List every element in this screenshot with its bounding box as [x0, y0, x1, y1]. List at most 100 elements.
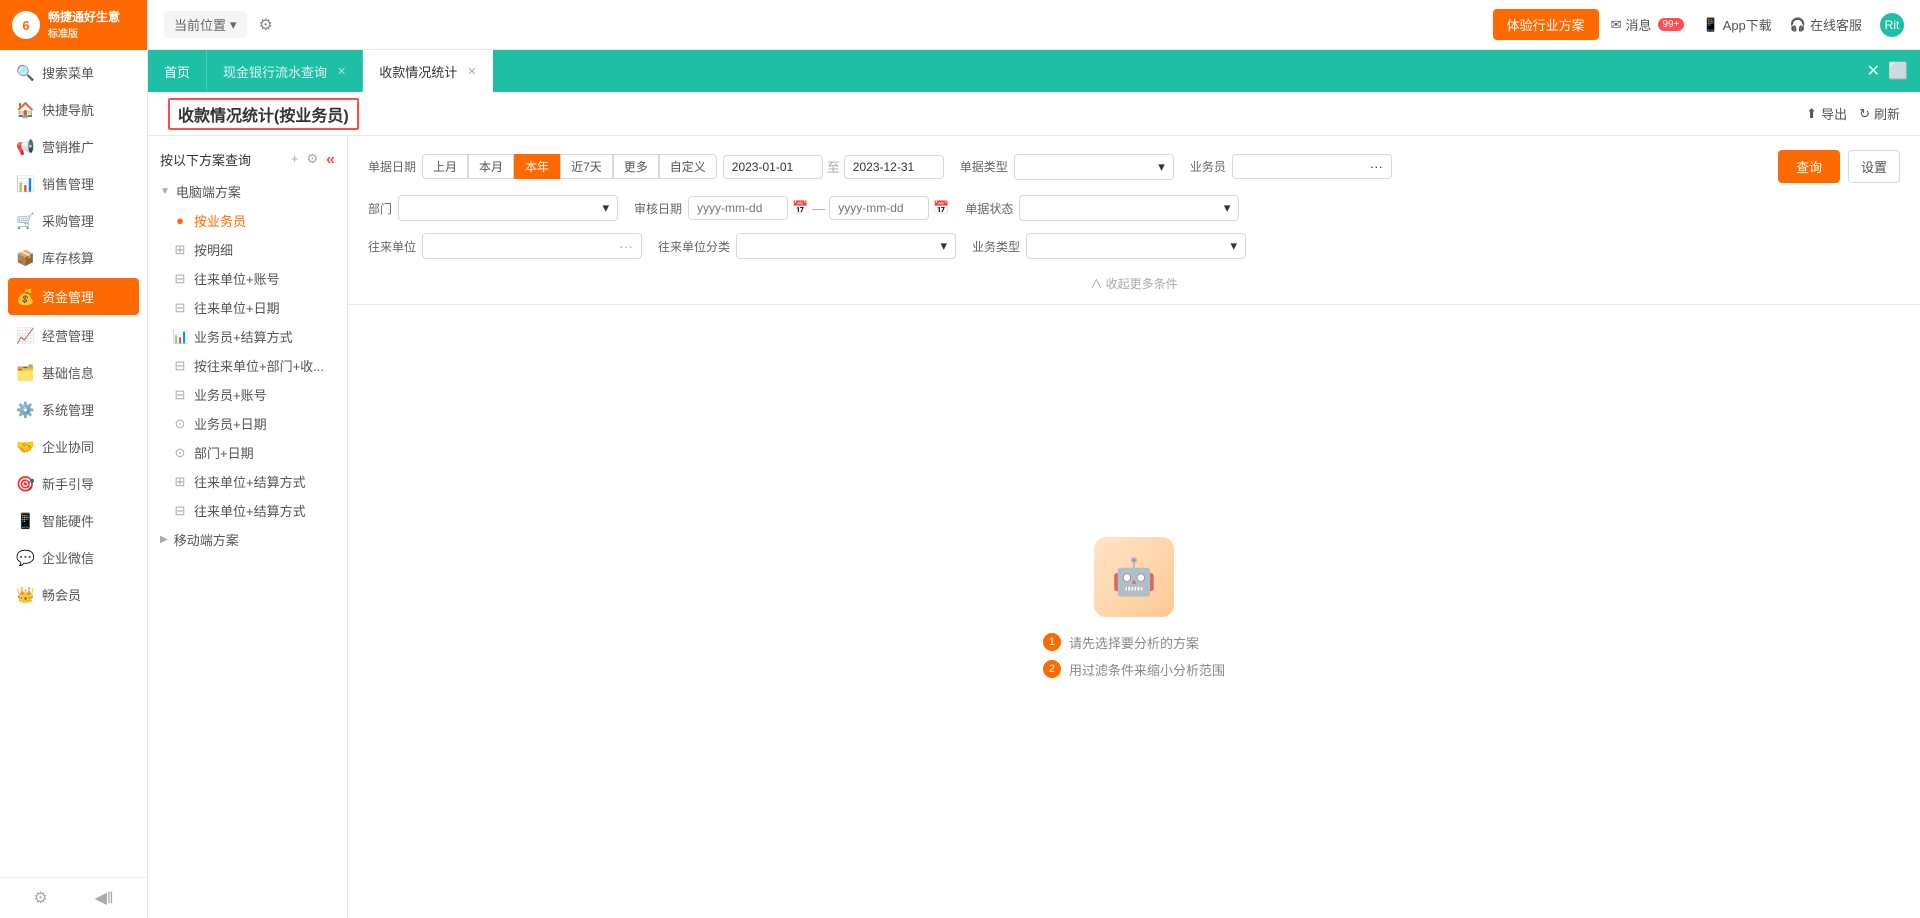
sidebar-item-marketing[interactable]: 📢 营销推广 [0, 128, 147, 165]
date-tabs: 上月 本月 本年 近7天 更多 自定义 [422, 154, 717, 179]
date-to-input[interactable] [844, 155, 944, 179]
doctype-select[interactable]: ▾ [1014, 154, 1174, 180]
date-tab-custom[interactable]: 自定义 [659, 154, 717, 179]
schema-item-partner-account[interactable]: ⊟ 往来单位+账号 [148, 264, 347, 293]
schema-item-salesperson-payment[interactable]: 📊 业务员+结算方式 [148, 322, 347, 351]
filter-actions: 查询 设置 [1778, 150, 1900, 183]
add-schema-button[interactable]: + [291, 151, 299, 169]
partner-category-select[interactable]: ▾ [736, 233, 956, 259]
filter-row-2: 部门 ▾ 审核日期 📅 — [368, 195, 1900, 221]
partner-more-button[interactable]: ··· [619, 238, 633, 254]
sidebar-item-warehouse[interactable]: 📦 库存核算 [0, 239, 147, 276]
schema-item-salesperson-date[interactable]: ⊙ 业务员+日期 [148, 409, 347, 438]
date-from-input[interactable] [723, 155, 823, 179]
header-gear-button[interactable]: ⚙ [259, 15, 273, 35]
date-tab-thisyear[interactable]: 本年 [514, 154, 560, 179]
sidebar-item-wechat[interactable]: 💬 企业微信 [0, 539, 147, 576]
schema-item-partner-dept[interactable]: ⊟ 按往来单位+部门+收... [148, 351, 347, 380]
business-icon: 📈 [16, 327, 34, 345]
sidebar: 6 畅捷通好生意 标准版 🔍 搜索菜单 🏠 快捷导航 📢 营销推广 📊 销售管理… [0, 0, 148, 918]
schema-item-salesperson[interactable]: ● 按业务员 [148, 206, 347, 235]
salesperson-select[interactable]: ··· [1232, 154, 1392, 179]
page-header-bar: 收款情况统计(按业务员) ⬆ 导出 ↻ 刷新 [148, 92, 1920, 136]
message-button[interactable]: ✉ 消息 99+ [1611, 15, 1685, 34]
biztype-select[interactable]: ▾ [1026, 233, 1246, 259]
schema-settings-button[interactable]: ⚙ [306, 151, 318, 169]
partner-cat-dropdown-icon: ▾ [941, 238, 948, 254]
date-tab-more[interactable]: 更多 [613, 154, 659, 179]
app-download-button[interactable]: 📱 App下载 [1702, 15, 1771, 34]
sidebar-item-purchase[interactable]: 🛒 采购管理 [0, 202, 147, 239]
member-icon: 👑 [16, 586, 34, 604]
schema-item-partner-settlement2[interactable]: ⊟ 往来单位+结算方式 [148, 496, 347, 525]
sidebar-item-hardware[interactable]: 📱 智能硬件 [0, 502, 147, 539]
ps2-icon: ⊟ [172, 503, 188, 519]
sidebar-item-sales[interactable]: 📊 销售管理 [0, 165, 147, 202]
sidebar-item-system[interactable]: ⚙️ 系统管理 [0, 391, 147, 428]
date-tab-thismonth[interactable]: 本月 [468, 154, 514, 179]
schema-item-partner-date[interactable]: ⊟ 往来单位+日期 [148, 293, 347, 322]
export-button[interactable]: ⬆ 导出 [1806, 104, 1847, 123]
empty-step-2: 2 用过滤条件来缩小分析范围 [1043, 660, 1225, 679]
sidebar-item-finance[interactable]: 💰 资金管理 [8, 278, 139, 315]
desktop-group-toggle[interactable]: ▼ 电脑端方案 [148, 177, 347, 206]
sidebar-item-guide[interactable]: 🎯 新手引导 [0, 465, 147, 502]
partner-select[interactable]: ··· [422, 233, 642, 259]
collapse-conditions-button[interactable]: ∧ 收起更多条件 [368, 271, 1900, 296]
panel-collapse-button[interactable]: « [326, 151, 335, 169]
review-date-filter-group: 审核日期 📅 — 📅 [634, 196, 949, 220]
docstatus-select[interactable]: ▾ [1019, 195, 1239, 221]
partner-label: 往来单位 [368, 238, 416, 255]
tab-cashflow-close[interactable]: ✕ [337, 65, 346, 78]
left-panel: 按以下方案查询 + ⚙ « ▼ 电脑端方案 ● 按业务员 [148, 136, 348, 918]
date-label: 单据日期 [368, 158, 416, 175]
ps1-icon: ⊞ [172, 474, 188, 490]
partner-category-label: 往来单位分类 [658, 238, 730, 255]
user-avatar[interactable]: Rit [1880, 13, 1904, 37]
sidebar-item-basic[interactable]: 🗂️ 基础信息 [0, 354, 147, 391]
tab-close-all-button[interactable]: ✕ [1867, 61, 1880, 81]
query-button[interactable]: 查询 [1778, 150, 1840, 183]
review-to-input[interactable] [829, 196, 929, 220]
tab-cashflow[interactable]: 现金银行流水查询 ✕ [207, 50, 363, 92]
schema-item-detail[interactable]: ⊞ 按明细 [148, 235, 347, 264]
online-service-button[interactable]: 🎧 在线客服 [1790, 15, 1862, 34]
dept-filter-group: 部门 ▾ [368, 195, 618, 221]
body-area: 按以下方案查询 + ⚙ « ▼ 电脑端方案 ● 按业务员 [148, 136, 1920, 918]
dept-select[interactable]: ▾ [398, 195, 618, 221]
home-icon: 🏠 [16, 101, 34, 119]
schema-item-salesperson-account[interactable]: ⊟ 业务员+账号 [148, 380, 347, 409]
sidebar-item-nav[interactable]: 🏠 快捷导航 [0, 91, 147, 128]
tab-collection-close[interactable]: ✕ [467, 65, 476, 78]
calendar-icon-to[interactable]: 📅 [933, 200, 949, 216]
schema-group-desktop: ▼ 电脑端方案 ● 按业务员 ⊞ 按明细 ⊟ 往来单位+账号 [148, 177, 347, 525]
tab-home[interactable]: 首页 [148, 50, 207, 92]
top-header: 当前位置 ▾ ⚙ 体验行业方案 ✉ 消息 99+ 📱 App下载 🎧 在线客服 … [148, 0, 1920, 50]
sidebar-item-enterprise[interactable]: 🤝 企业协同 [0, 428, 147, 465]
partner-filter-group: 往来单位 ··· [368, 233, 642, 259]
review-date-label: 审核日期 [634, 200, 682, 217]
date-tab-7days[interactable]: 近7天 [560, 154, 613, 179]
sidebar-item-search[interactable]: 🔍 搜索菜单 [0, 54, 147, 91]
date-tab-lastmonth[interactable]: 上月 [422, 154, 468, 179]
date-filter-group: 单据日期 上月 本月 本年 近7天 更多 自定义 至 [368, 154, 944, 179]
wechat-icon: 💬 [16, 549, 34, 567]
sidebar-item-member[interactable]: 👑 畅会员 [0, 576, 147, 613]
trial-button[interactable]: 体验行业方案 [1493, 9, 1599, 40]
tab-collection[interactable]: 收款情况统计 ✕ [363, 50, 493, 92]
sidebar-settings-button[interactable]: ⚙ [33, 888, 47, 908]
refresh-button[interactable]: ↻ 刷新 [1859, 104, 1900, 123]
guide-icon: 🎯 [16, 475, 34, 493]
filter-settings-button[interactable]: 设置 [1848, 150, 1900, 183]
schema-item-partner-settlement1[interactable]: ⊞ 往来单位+结算方式 [148, 467, 347, 496]
export-icon: ⬆ [1806, 106, 1817, 122]
sidebar-collapse-button[interactable]: ◀‖ [95, 888, 114, 908]
sidebar-item-business[interactable]: 📈 经营管理 [0, 317, 147, 354]
sales-icon: 📊 [16, 175, 34, 193]
review-from-input[interactable] [688, 196, 788, 220]
calendar-icon-from[interactable]: 📅 [792, 200, 808, 216]
schema-item-dept-date[interactable]: ⊙ 部门+日期 [148, 438, 347, 467]
tab-maximize-button[interactable]: ⬜ [1888, 61, 1908, 81]
mobile-group-toggle[interactable]: ▶ 移动端方案 [148, 525, 347, 554]
tab-right-area: ✕ ⬜ [1867, 61, 1920, 81]
